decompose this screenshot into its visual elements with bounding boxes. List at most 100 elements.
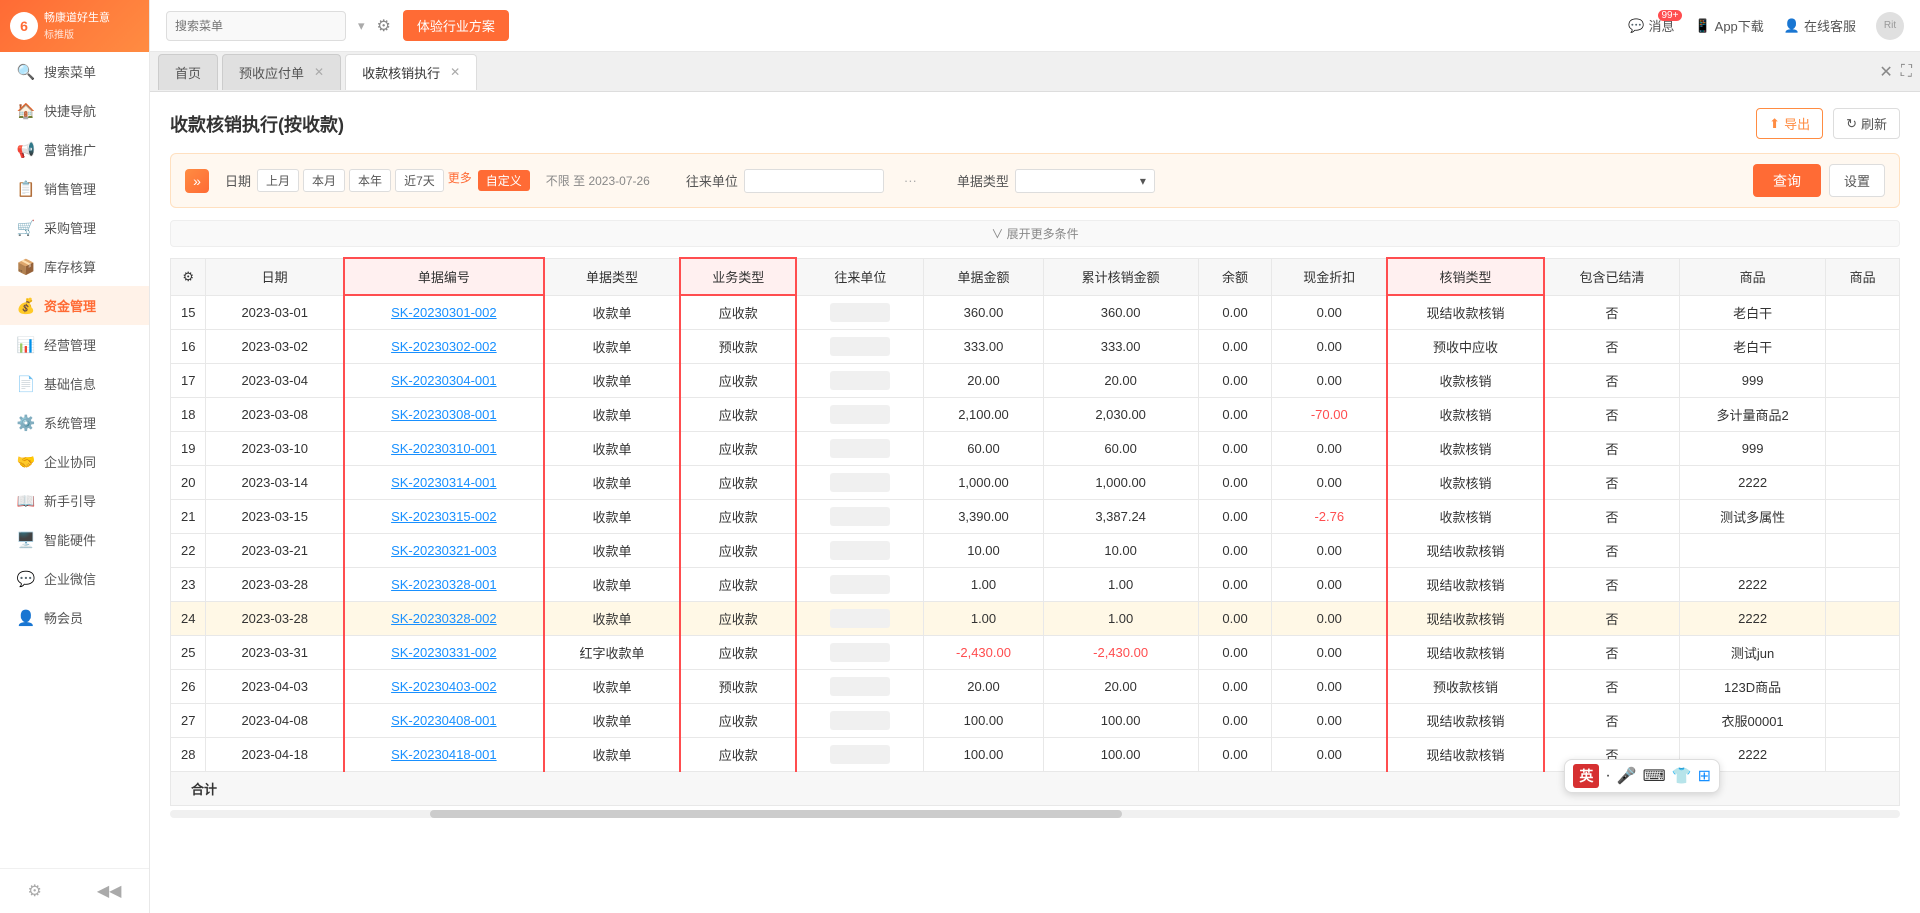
sidebar: 6 畅康道好生意 标推版 🔍 搜索菜单 🏠 快捷导航 📢 营销推广 📋 销售管理… [0,0,150,913]
sidebar-item-operations[interactable]: 📊 经营管理 [0,325,149,364]
row-total-cancel: 10.00 [1043,534,1198,568]
row-partner [796,500,924,534]
row-balance: 0.00 [1198,466,1272,500]
sidebar-item-marketing[interactable]: 📢 营销推广 [0,130,149,169]
collapse-btn[interactable]: ◀◀ [89,877,130,905]
sidebar-item-system[interactable]: ⚙️ 系统管理 [0,403,149,442]
messages-item[interactable]: 💬 消息 99+ [1628,16,1674,35]
row-biz-type: 应收款 [680,466,796,500]
export-button[interactable]: ⬆ 导出 [1756,108,1823,139]
refresh-button[interactable]: ↻ 刷新 [1833,108,1900,139]
filter-this-year[interactable]: 本年 [349,169,391,192]
filter-date-item: 日期 上月 本月 本年 近7天 更多 自定义 [225,169,530,192]
enterprise-icon: 🤝 [16,453,36,471]
filter-more-dates[interactable]: 更多 [448,169,472,192]
table-header-row: ⚙ 日期 单据编号 单据类型 业务类型 往来单位 单据金额 累计核销金额 余额 … [171,258,1900,295]
member-icon: 👤 [16,609,36,627]
row-product1: 测试jun [1680,636,1826,670]
row-bill-no: SK-20230315-002 [344,500,544,534]
row-total-cancel: 1.00 [1043,568,1198,602]
row-bill-type: 收款单 [544,704,680,738]
filter-custom-button[interactable]: 自定义 [478,170,530,191]
hardware-icon: 🖥️ [16,531,36,549]
expand-more-bar[interactable]: ∨ 展开更多条件 [170,220,1900,247]
row-amount: 1.00 [924,602,1043,636]
row-balance: 0.00 [1198,568,1272,602]
col-total-cancel: 累计核销金额 [1043,258,1198,295]
sidebar-item-sales[interactable]: 📋 销售管理 [0,169,149,208]
table-row: 20 2023-03-14 SK-20230314-001 收款单 应收款 1,… [171,466,1900,500]
solution-button[interactable]: 体验行业方案 [403,10,509,41]
sidebar-item-finance[interactable]: 💰 资金管理 [0,286,149,325]
row-total-cancel: 20.00 [1043,364,1198,398]
row-product1: 999 [1680,364,1826,398]
filter-bill-type-select[interactable]: ▾ [1015,169,1155,193]
row-product2 [1826,602,1900,636]
settings-bottom-btn[interactable]: ⚙ [20,877,50,905]
sidebar-item-purchase[interactable]: 🛒 采购管理 [0,208,149,247]
system-icon: ⚙️ [16,414,36,432]
row-total-cancel: 100.00 [1043,704,1198,738]
sidebar-item-nav[interactable]: 🏠 快捷导航 [0,91,149,130]
online-service-item[interactable]: 👤 在线客服 [1784,16,1856,35]
tab-fullscreen-icon[interactable]: ⛶ [1901,63,1912,81]
sidebar-item-basic-info[interactable]: 📄 基础信息 [0,364,149,403]
row-bill-type: 收款单 [544,534,680,568]
row-date: 2023-03-28 [206,602,344,636]
row-cash-discount: 0.00 [1272,602,1387,636]
filter-7-days[interactable]: 近7天 [395,169,444,192]
query-button[interactable]: 查询 [1753,164,1821,197]
table-row: 26 2023-04-03 SK-20230403-002 收款单 预收款 20… [171,670,1900,704]
tab-receipt-cancel[interactable]: 收款核销执行 ✕ [345,54,477,90]
filter-settings-button[interactable]: 设置 [1829,164,1885,197]
sidebar-item-enterprise[interactable]: 🤝 企业协同 [0,442,149,481]
filter-expand-button[interactable]: » [185,169,209,193]
row-bill-type: 收款单 [544,500,680,534]
row-partner [796,534,924,568]
float-toolbar-brand: 英 [1573,764,1599,788]
row-total-cancel: 1.00 [1043,602,1198,636]
tab-close-all-icon[interactable]: ✕ [1879,62,1892,82]
filter-last-month[interactable]: 上月 [257,169,299,192]
sidebar-item-guide[interactable]: 📖 新手引导 [0,481,149,520]
app-download-item[interactable]: 📱 App下载 [1694,16,1763,35]
user-avatar[interactable]: Rit [1876,12,1904,40]
table-scrollbar[interactable] [170,810,1900,818]
row-included: 否 [1544,295,1680,330]
tab-close-prepay[interactable]: ✕ [314,65,324,79]
row-product2 [1826,568,1900,602]
tab-home[interactable]: 首页 [158,54,218,90]
row-total-cancel: -2,430.00 [1043,636,1198,670]
row-date: 2023-03-15 [206,500,344,534]
col-bill-no: 单据编号 [344,258,544,295]
row-amount: -2,430.00 [924,636,1043,670]
finance-icon: 💰 [16,297,36,315]
topbar-search-input[interactable] [166,11,346,41]
row-product2 [1826,398,1900,432]
row-product1: 多计量商品2 [1680,398,1826,432]
grid-icon[interactable]: ⊞ [1698,766,1711,786]
topbar-chevron-icon[interactable]: ▾ [358,18,365,34]
topbar-gear-icon[interactable]: ⚙ [377,16,391,36]
row-partner [796,602,924,636]
keyboard-icon[interactable]: ⌨ [1643,766,1666,786]
col-settings[interactable]: ⚙ [171,258,206,295]
row-no: 18 [171,398,206,432]
col-partner: 往来单位 [796,258,924,295]
sidebar-item-hardware[interactable]: 🖥️ 智能硬件 [0,520,149,559]
microphone-icon[interactable]: 🎤 [1617,766,1637,786]
sidebar-item-weixin[interactable]: 💬 企业微信 [0,559,149,598]
row-cancel-type: 现结收款核销 [1387,602,1544,636]
sidebar-item-member[interactable]: 👤 畅会员 [0,598,149,637]
row-amount: 100.00 [924,738,1043,772]
tab-prepay[interactable]: 预收应付单 ✕ [222,54,341,90]
shirt-icon[interactable]: 👕 [1672,766,1692,786]
filter-partner-input[interactable] [744,169,884,193]
col-included: 包含已结清 [1544,258,1680,295]
sidebar-item-search[interactable]: 🔍 搜索菜单 [0,52,149,91]
row-total-cancel: 360.00 [1043,295,1198,330]
sidebar-item-inventory[interactable]: 📦 库存核算 [0,247,149,286]
tab-close-receipt[interactable]: ✕ [450,65,460,79]
filter-this-month[interactable]: 本月 [303,169,345,192]
inventory-icon: 📦 [16,258,36,276]
